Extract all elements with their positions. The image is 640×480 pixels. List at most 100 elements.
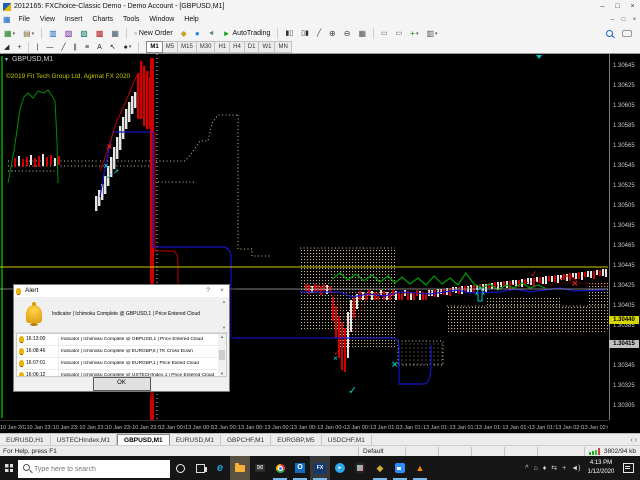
shapes-tool[interactable]: ● ▾ xyxy=(121,40,135,54)
one-click-trading-toggle[interactable]: ▼ xyxy=(4,57,9,63)
tab-scroll-arrows[interactable]: ‹ › xyxy=(630,437,637,444)
trendline-tool[interactable]: ╱ xyxy=(58,40,68,54)
crosshair-tool[interactable]: + xyxy=(14,40,24,54)
tab-usdchf-m1[interactable]: USDCHF,M1 xyxy=(322,434,372,446)
arrow-tool[interactable]: ↖ xyxy=(107,40,119,54)
speaker-icon[interactable]: ◄) xyxy=(571,465,580,472)
start-button[interactable] xyxy=(0,456,18,480)
time-axis[interactable]: 10 Jan 202010 Jan 23:1910 Jan 23:2710 Ja… xyxy=(0,420,608,434)
timeframe-h4[interactable]: H4 xyxy=(230,41,245,53)
autotrading-button[interactable]: ► AutoTrading xyxy=(220,27,274,41)
sync-icon[interactable]: ⇆ xyxy=(551,465,557,472)
alert-row[interactable]: 16:13:00 Indicator | Ichimoku Complete @… xyxy=(17,333,226,346)
vlc-icon[interactable]: ▲ xyxy=(410,456,430,480)
periods-button[interactable]: ▥ ▾ xyxy=(423,27,440,41)
chart-child-icon[interactable]: ▦ xyxy=(3,15,11,24)
outlook-icon[interactable]: O xyxy=(290,456,310,480)
photos-icon[interactable] xyxy=(350,456,370,480)
timeframe-m15[interactable]: M15 xyxy=(178,41,197,53)
zoom-icon[interactable] xyxy=(390,456,410,480)
mail-icon[interactable]: ✉ xyxy=(250,456,270,480)
horizontal-line-tool[interactable]: — xyxy=(43,40,56,54)
gold-app-icon[interactable]: ◆ xyxy=(370,456,390,480)
new-order-button[interactable]: ▫ New Order xyxy=(131,27,176,41)
profiles-button[interactable]: ▤ ▾ xyxy=(20,27,37,41)
tile-windows-button[interactable]: ▦ xyxy=(355,27,369,41)
tab-eurgbp-m5[interactable]: EURGBP,M5 xyxy=(271,434,322,446)
vertical-line-tool[interactable]: | xyxy=(33,40,41,54)
menu-charts[interactable]: Charts xyxy=(87,16,118,23)
taskbar-search[interactable] xyxy=(18,458,170,479)
child-minimize-button[interactable]: – xyxy=(607,17,618,23)
price-axis[interactable]: 1.30645 1.30625 1.30605 1.30585 1.30565 1.305… xyxy=(609,54,640,420)
minimize-button[interactable]: – xyxy=(595,3,610,10)
zoom-out-button[interactable]: ⊖ xyxy=(341,27,354,41)
child-close-button[interactable]: × xyxy=(629,17,640,23)
telegram-icon[interactable]: ► xyxy=(330,456,350,480)
alert-row[interactable]: 16:08:46 Indicator | Ichimoku Complete @… xyxy=(17,345,226,358)
tab-gbpchf-m1[interactable]: GBPCHF,M1 xyxy=(221,434,272,446)
menu-help[interactable]: Help xyxy=(179,16,203,23)
cascade-charts-button[interactable]: ▭ xyxy=(393,27,406,41)
status-profile[interactable]: Default xyxy=(358,447,405,456)
alert-help-button[interactable]: ? xyxy=(201,287,215,294)
timeframe-m5[interactable]: M5 xyxy=(162,41,179,53)
menu-tools[interactable]: Tools xyxy=(118,16,144,23)
tab-eurusd-h1[interactable]: EURUSD,H1 xyxy=(0,434,51,446)
tab-ustechindex-m1[interactable]: USTECHIndex,M1 xyxy=(51,434,118,446)
community-chat-icon[interactable] xyxy=(622,30,632,37)
fibonacci-tool[interactable]: ≡ xyxy=(82,40,92,54)
sound-button[interactable]: ◄ xyxy=(205,27,218,41)
candlestick-button[interactable]: ▯▮ xyxy=(298,27,312,41)
alert-title-bar[interactable]: Alert ? × xyxy=(14,285,229,297)
market-watch-button[interactable]: ▥ xyxy=(46,27,60,41)
chrome-icon[interactable] xyxy=(270,456,290,480)
line-chart-button[interactable]: ╱ xyxy=(314,27,324,41)
channel-tool[interactable]: ∥ xyxy=(71,40,81,54)
text-tool[interactable]: A xyxy=(94,40,105,54)
timeframe-h1[interactable]: H1 xyxy=(215,41,231,53)
alert-close-button[interactable]: × xyxy=(215,287,229,294)
strategy-tester-button[interactable]: ▦ xyxy=(108,27,122,41)
arrange-charts-button[interactable]: ▭ xyxy=(378,27,391,41)
restore-button[interactable]: □ xyxy=(610,3,625,10)
data-window-button[interactable]: ▧ xyxy=(62,27,76,41)
file-explorer-icon[interactable] xyxy=(230,456,250,480)
alert-row[interactable]: 16:07:01 Indicator | Ichimoku Complete @… xyxy=(17,357,226,370)
timeframe-w1[interactable]: W1 xyxy=(259,41,276,53)
zoom-in-button[interactable]: ⊕ xyxy=(326,27,339,41)
tab-eurusd-m1[interactable]: EURUSD,M1 xyxy=(170,434,221,446)
task-view-icon[interactable] xyxy=(190,456,210,480)
new-chart-button[interactable]: ▦ ▾ xyxy=(1,27,18,41)
timeframe-d1[interactable]: D1 xyxy=(244,41,260,53)
terminal-button[interactable]: ▩ xyxy=(93,27,107,41)
search-input[interactable] xyxy=(18,460,170,479)
mic-icon[interactable]: ♦ xyxy=(543,465,547,472)
timeframe-m1[interactable]: M1 xyxy=(146,41,163,53)
indicators-button[interactable]: + ▾ xyxy=(407,27,421,41)
connection-status[interactable]: 3802/94 kb xyxy=(583,447,640,456)
alert-row[interactable]: 16:06:12 Indicator | Ichimoku Complete @… xyxy=(17,369,226,376)
taskbar-clock[interactable]: 4:13 PM 1/12/2020 xyxy=(583,459,619,477)
onedrive-icon[interactable]: ⌂ xyxy=(533,465,537,472)
child-restore-button[interactable]: □ xyxy=(618,17,629,23)
metaeditor-button[interactable]: ◆ xyxy=(178,27,190,41)
list-scrollbar[interactable]: ▲ ▼ xyxy=(218,333,226,376)
menu-insert[interactable]: Insert xyxy=(60,16,88,23)
close-button[interactable]: × xyxy=(625,3,640,10)
menu-file[interactable]: File xyxy=(14,16,35,23)
usb-icon[interactable]: + xyxy=(562,465,566,472)
cursor-tool[interactable]: ◢ xyxy=(1,40,12,54)
bar-chart-button[interactable]: ▮▯ xyxy=(282,27,296,41)
fxchoice-mt4-icon[interactable]: FX xyxy=(310,456,330,480)
ok-button[interactable]: OK xyxy=(92,377,151,391)
menu-window[interactable]: Window xyxy=(144,16,179,23)
edge-icon[interactable]: e xyxy=(210,456,230,480)
action-center-icon[interactable] xyxy=(623,463,634,473)
search-icon[interactable] xyxy=(606,30,613,37)
hidden-icons-chevron[interactable]: ^ xyxy=(525,465,528,472)
community-button[interactable]: ● xyxy=(192,27,203,41)
message-scrollbar[interactable]: ▲ ▼ xyxy=(220,299,228,330)
timeframe-mn[interactable]: MN xyxy=(275,41,292,53)
cortana-icon[interactable] xyxy=(170,456,190,480)
